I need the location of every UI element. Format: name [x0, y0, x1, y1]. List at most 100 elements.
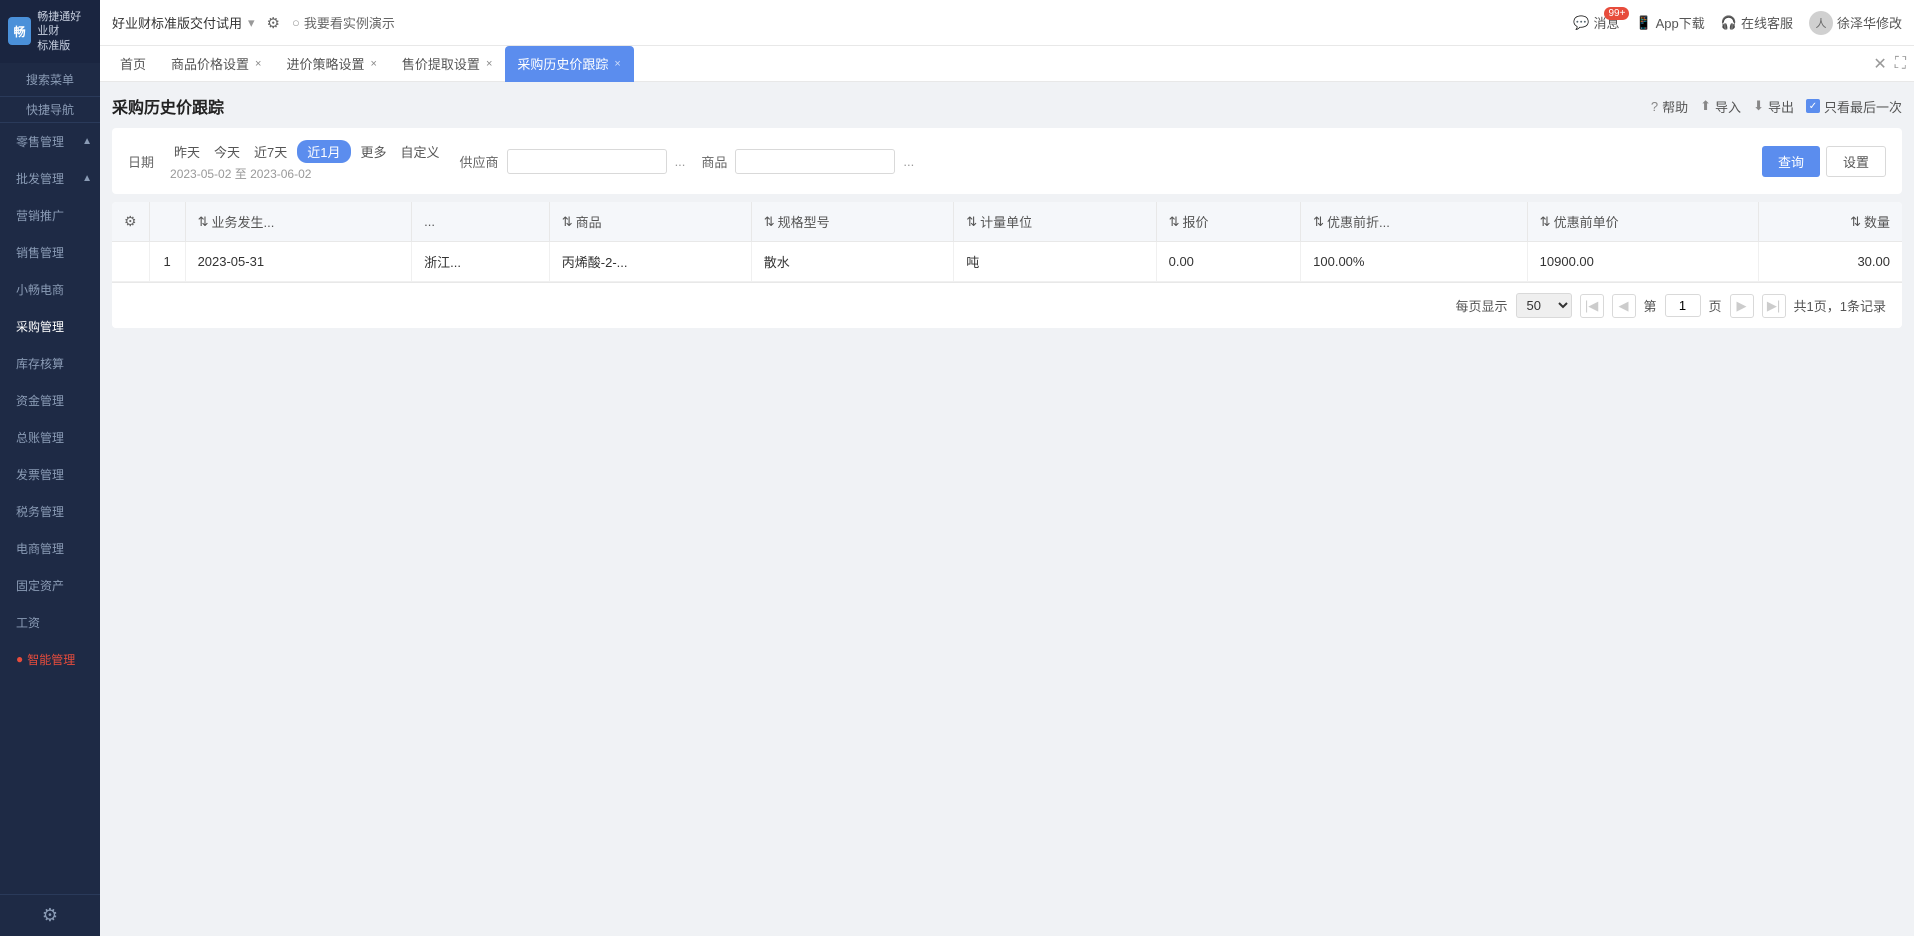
demo-icon: ○ — [292, 15, 300, 30]
page-prev-button[interactable]: ◀ — [1612, 294, 1636, 318]
sidebar-logo: 畅 畅捷通好业财 标准版 — [0, 0, 100, 63]
edition-label: 好业财标准版交付试用 — [112, 13, 242, 32]
sidebar-item-capital[interactable]: 资金管理 — [0, 382, 100, 419]
date-shortcuts: 昨天 今天 近7天 近1月 更多 自定义 2023-05-02 至 2023-0… — [170, 140, 444, 182]
sidebar-item-salary[interactable]: 工资 — [0, 604, 100, 641]
logo-text: 畅捷通好业财 标准版 — [37, 10, 92, 53]
import-button[interactable]: ⬆ 导入 — [1700, 97, 1741, 116]
supplier-input[interactable] — [507, 149, 667, 174]
page-header-actions: ? 帮助 ⬆ 导入 ⬇ 导出 ✓ 只看最后一次 — [1651, 97, 1902, 116]
page-first-button[interactable]: |◀ — [1580, 294, 1604, 318]
table-header-row: ⚙ ⇅ 业务发生... ... — [112, 202, 1902, 242]
page-header: 采购历史价跟踪 ? 帮助 ⬆ 导入 ⬇ 导出 ✓ 只看最后一次 — [112, 94, 1902, 118]
sidebar-item-marketing[interactable]: 营销推广 — [0, 197, 100, 234]
edition-arrow-icon: ▾ — [248, 15, 255, 31]
date-shortcuts-list: 昨天 今天 近7天 近1月 更多 自定义 — [170, 140, 444, 163]
pagination-bar: 每页显示 50 100 200 |◀ ◀ 第 页 ▶ ▶| 共1页，1条记录 — [112, 282, 1902, 328]
topbar-settings-icon[interactable]: ⚙ — [267, 14, 280, 32]
table-gear-icon[interactable]: ⚙ — [124, 213, 137, 229]
page-last-button[interactable]: ▶| — [1762, 294, 1786, 318]
import-icon: ⬆ — [1700, 98, 1711, 114]
app-download-button[interactable]: 📱 App下载 — [1635, 13, 1704, 32]
tab-strategy[interactable]: 进价策略设置 × — [274, 46, 389, 82]
product-more-icon[interactable]: ... — [903, 154, 914, 169]
cell-qty: 30.00 — [1759, 242, 1902, 282]
sidebar-item-ecom[interactable]: 电商管理 — [0, 530, 100, 567]
only-last-checkbox-group[interactable]: ✓ 只看最后一次 — [1806, 97, 1902, 116]
cell-date: 2023-05-31 — [185, 242, 412, 282]
tabs-bar: 首页 商品价格设置 × 进价策略设置 × 售价提取设置 × 采购历史价跟踪 × … — [100, 46, 1914, 82]
sidebar-item-assets[interactable]: 固定资产 — [0, 567, 100, 604]
tab-home[interactable]: 首页 — [108, 46, 159, 82]
th-gear[interactable]: ⚙ — [112, 202, 149, 242]
export-button[interactable]: ⬇ 导出 — [1753, 97, 1794, 116]
sidebar-item-invoice[interactable]: 发票管理 — [0, 456, 100, 493]
help-icon: ? — [1651, 99, 1658, 114]
tab-price[interactable]: 商品价格设置 × — [159, 46, 274, 82]
tab-strategy-close-icon[interactable]: × — [370, 58, 376, 70]
page-number-input[interactable] — [1665, 294, 1701, 317]
sidebar-item-purchase[interactable]: 采购管理 — [0, 308, 100, 345]
page-next-button[interactable]: ▶ — [1730, 294, 1754, 318]
page-title: 采购历史价跟踪 — [112, 94, 224, 118]
supplier-more-icon[interactable]: ... — [675, 154, 686, 169]
product-input[interactable] — [735, 149, 895, 174]
th-price[interactable]: ⇅ 报价 — [1156, 202, 1301, 242]
pagination-summary: 共1页，1条记录 — [1794, 296, 1886, 315]
th-unit[interactable]: ⇅ 计量单位 — [954, 202, 1156, 242]
sidebar-item-ecom-small[interactable]: 小畅电商 — [0, 271, 100, 308]
th-date[interactable]: ⇅ 业务发生... — [185, 202, 412, 242]
sidebar-item-tax[interactable]: 税务管理 — [0, 493, 100, 530]
tab-price-close-icon[interactable]: × — [255, 58, 261, 70]
settings-button[interactable]: 设置 — [1826, 146, 1886, 177]
date-more[interactable]: 更多 — [357, 140, 391, 163]
th-product[interactable]: ⇅ 商品 — [549, 202, 751, 242]
filter-area: 日期 昨天 今天 近7天 近1月 更多 自定义 2023-05-02 至 202… — [112, 128, 1902, 194]
query-button[interactable]: 查询 — [1762, 146, 1820, 177]
demo-button[interactable]: ○ 我要看实例演示 — [292, 13, 395, 32]
th-more[interactable]: ... — [412, 202, 550, 242]
message-button[interactable]: 💬 消息 99+ — [1573, 13, 1619, 32]
cell-gear — [112, 242, 149, 282]
user-menu[interactable]: 人 徐泽华修改 — [1809, 11, 1902, 35]
sidebar-item-sales[interactable]: 销售管理 — [0, 234, 100, 271]
th-qty[interactable]: ⇅ 数量 — [1759, 202, 1902, 242]
app-icon: 📱 — [1635, 15, 1651, 31]
sidebar-settings-icon[interactable]: ⚙ — [0, 894, 100, 936]
tab-history-price-close-icon[interactable]: × — [614, 58, 620, 70]
sidebar-quick-nav[interactable]: 快捷导航 — [0, 97, 100, 123]
th-seq — [149, 202, 185, 242]
date-last7[interactable]: 近7天 — [250, 140, 291, 163]
filter-row: 日期 昨天 今天 近7天 近1月 更多 自定义 2023-05-02 至 202… — [128, 140, 1886, 182]
per-page-select[interactable]: 50 100 200 — [1516, 293, 1572, 318]
date-today[interactable]: 今天 — [210, 140, 244, 163]
date-range-text: 2023-05-02 至 2023-06-02 — [170, 165, 444, 182]
sidebar-item-inventory[interactable]: 库存核算 — [0, 345, 100, 382]
date-last1m[interactable]: 近1月 — [297, 140, 350, 163]
service-button[interactable]: 🎧 在线客服 — [1721, 13, 1793, 32]
only-last-checkbox[interactable]: ✓ — [1806, 99, 1820, 113]
th-discount[interactable]: ⇅ 优惠前折... — [1301, 202, 1528, 242]
tab-maximize-icon[interactable]: ⛶ — [1895, 55, 1906, 73]
product-filter-group: 商品 ... — [701, 149, 914, 174]
product-label: 商品 — [701, 152, 727, 171]
sidebar-item-retail[interactable]: 零售管理 ▲ — [0, 123, 100, 160]
date-yesterday[interactable]: 昨天 — [170, 140, 204, 163]
page-suffix: 页 — [1709, 296, 1722, 315]
sidebar: 畅 畅捷通好业财 标准版 搜索菜单 快捷导航 零售管理 ▲ 批发管理 ▲ 营销推… — [0, 0, 100, 936]
th-spec[interactable]: ⇅ 规格型号 — [751, 202, 953, 242]
sidebar-item-ledger[interactable]: 总账管理 — [0, 419, 100, 456]
sidebar-item-wholesale[interactable]: 批发管理 ▲ — [0, 160, 100, 197]
sidebar-search[interactable]: 搜索菜单 — [0, 63, 100, 97]
tab-sale-price-close-icon[interactable]: × — [486, 58, 492, 70]
table-container: ⚙ ⇅ 业务发生... ... — [112, 202, 1902, 328]
sidebar-item-smart[interactable]: ● 智能管理 — [0, 641, 100, 678]
th-before-discount[interactable]: ⇅ 优惠前单价 — [1527, 202, 1758, 242]
tab-sale-price[interactable]: 售价提取设置 × — [390, 46, 505, 82]
edition-selector[interactable]: 好业财标准版交付试用 ▾ — [112, 13, 255, 32]
help-button[interactable]: ? 帮助 — [1651, 97, 1688, 116]
tab-close-window-icon[interactable]: ✕ — [1873, 54, 1886, 74]
cell-unit: 吨 — [954, 242, 1156, 282]
date-custom[interactable]: 自定义 — [397, 140, 444, 163]
tab-history-price[interactable]: 采购历史价跟踪 × — [505, 46, 633, 82]
